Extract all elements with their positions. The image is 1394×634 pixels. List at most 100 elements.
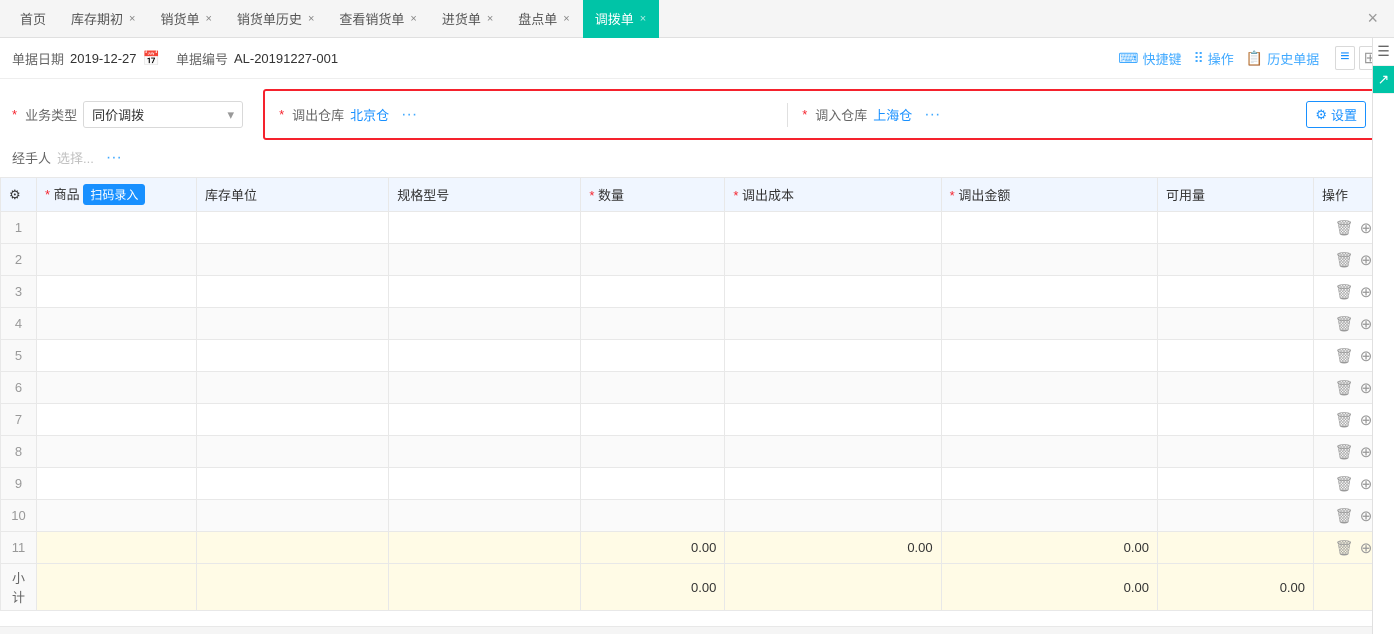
row-spec[interactable] <box>389 244 581 276</box>
row-amount[interactable] <box>941 372 1157 404</box>
copy-icon[interactable]: ⊕ <box>1360 379 1373 397</box>
row-cost[interactable] <box>725 276 941 308</box>
row-available[interactable] <box>1157 308 1313 340</box>
row-qty[interactable] <box>581 308 725 340</box>
row-available[interactable] <box>1157 404 1313 436</box>
row-product[interactable] <box>37 436 197 468</box>
window-close-button[interactable]: × <box>1359 8 1386 29</box>
delete-icon[interactable]: 🗑 <box>1335 507 1354 525</box>
row-spec[interactable] <box>389 500 581 532</box>
copy-icon[interactable]: ⊕ <box>1360 347 1373 365</box>
shortcut-button[interactable]: ⌨ 快捷键 <box>1118 49 1181 68</box>
delete-icon[interactable]: 🗑 <box>1335 379 1354 397</box>
tab-inventory-init[interactable]: 库存期初 × <box>59 0 148 38</box>
row-available[interactable] <box>1157 340 1313 372</box>
copy-icon[interactable]: ⊕ <box>1360 443 1373 461</box>
copy-icon[interactable]: ⊕ <box>1360 283 1373 301</box>
row-product[interactable] <box>37 276 197 308</box>
row-product[interactable] <box>37 340 197 372</box>
row-product[interactable] <box>37 244 197 276</box>
row-available[interactable] <box>1157 276 1313 308</box>
row-available[interactable] <box>1157 212 1313 244</box>
out-warehouse-dots[interactable]: ··· <box>401 106 417 124</box>
sidebar-list-icon[interactable]: ☰ <box>1373 38 1394 66</box>
row-qty[interactable] <box>581 500 725 532</box>
horizontal-scrollbar[interactable] <box>0 626 1394 634</box>
row-available[interactable] <box>1157 468 1313 500</box>
row-amount[interactable] <box>941 276 1157 308</box>
copy-icon[interactable]: ⊕ <box>1360 219 1373 237</box>
row-amount[interactable] <box>941 212 1157 244</box>
row-cost[interactable] <box>725 404 941 436</box>
col-gear[interactable]: ⚙ <box>1 178 37 212</box>
row-spec[interactable] <box>389 308 581 340</box>
row-product[interactable] <box>37 308 197 340</box>
person-select[interactable]: 选择... <box>57 148 94 167</box>
row-qty[interactable] <box>581 404 725 436</box>
row-unit[interactable] <box>197 212 389 244</box>
delete-icon[interactable]: 🗑 <box>1335 315 1354 333</box>
copy-icon[interactable]: ⊕ <box>1360 251 1373 269</box>
row-spec[interactable] <box>389 404 581 436</box>
row-amount[interactable] <box>941 340 1157 372</box>
row-qty[interactable] <box>581 276 725 308</box>
row-unit[interactable] <box>197 308 389 340</box>
layout-list-button[interactable]: ≡ <box>1335 46 1354 70</box>
copy-icon[interactable]: ⊕ <box>1360 507 1373 525</box>
copy-icon[interactable]: ⊕ <box>1360 539 1373 557</box>
tab-transfer[interactable]: 调拨单 × <box>583 0 659 38</box>
row-qty[interactable] <box>581 340 725 372</box>
delete-icon[interactable]: 🗑 <box>1335 475 1354 493</box>
row-unit[interactable] <box>197 500 389 532</box>
delete-icon[interactable]: 🗑 <box>1335 251 1354 269</box>
row-cost[interactable] <box>725 372 941 404</box>
settings-button[interactable]: ⚙ 设置 <box>1306 101 1366 128</box>
row-spec[interactable] <box>389 340 581 372</box>
row-unit[interactable] <box>197 372 389 404</box>
tab-close-purchase[interactable]: × <box>487 13 493 25</box>
copy-icon[interactable]: ⊕ <box>1360 475 1373 493</box>
row-cost[interactable] <box>725 436 941 468</box>
row-product[interactable] <box>37 372 197 404</box>
row-available[interactable] <box>1157 436 1313 468</box>
calendar-icon[interactable]: 📅 <box>143 50 160 67</box>
delete-icon[interactable]: 🗑 <box>1335 539 1354 557</box>
row-amount[interactable] <box>941 404 1157 436</box>
row-qty[interactable] <box>581 468 725 500</box>
row-cost[interactable] <box>725 340 941 372</box>
operation-button[interactable]: ⠿ 操作 <box>1194 49 1234 68</box>
tab-close-sales-order[interactable]: × <box>205 13 211 25</box>
tab-home[interactable]: 首页 <box>8 0 59 38</box>
copy-icon[interactable]: ⊕ <box>1360 411 1373 429</box>
tab-sales-history[interactable]: 销货单历史 × <box>225 0 327 38</box>
tab-close-transfer[interactable]: × <box>640 13 646 25</box>
row-product[interactable] <box>37 468 197 500</box>
in-warehouse-dots[interactable]: ··· <box>924 106 940 124</box>
tab-view-sales[interactable]: 查看销货单 × <box>327 0 429 38</box>
tab-inventory-check[interactable]: 盘点单 × <box>506 0 582 38</box>
row-unit[interactable] <box>197 276 389 308</box>
column-settings-icon[interactable]: ⚙ <box>9 187 21 202</box>
history-button[interactable]: 📋 历史单据 <box>1246 49 1319 68</box>
row-available[interactable] <box>1157 372 1313 404</box>
person-dots[interactable]: ··· <box>106 149 122 167</box>
delete-icon[interactable]: 🗑 <box>1335 443 1354 461</box>
row-cost[interactable] <box>725 244 941 276</box>
row-unit[interactable] <box>197 340 389 372</box>
row-qty[interactable] <box>581 212 725 244</box>
row-product[interactable] <box>37 500 197 532</box>
tab-close-sales-history[interactable]: × <box>308 13 314 25</box>
row-unit[interactable] <box>197 244 389 276</box>
row-unit[interactable] <box>197 404 389 436</box>
scan-button[interactable]: 扫码录入 <box>83 184 145 205</box>
row-spec[interactable] <box>389 276 581 308</box>
row-qty[interactable] <box>581 436 725 468</box>
row-cost[interactable] <box>725 500 941 532</box>
row-cost[interactable] <box>725 212 941 244</box>
row-amount[interactable] <box>941 436 1157 468</box>
delete-icon[interactable]: 🗑 <box>1335 347 1354 365</box>
tab-close-view-sales[interactable]: × <box>410 13 416 25</box>
row-available[interactable] <box>1157 244 1313 276</box>
row-cost[interactable] <box>725 468 941 500</box>
row-amount[interactable] <box>941 468 1157 500</box>
